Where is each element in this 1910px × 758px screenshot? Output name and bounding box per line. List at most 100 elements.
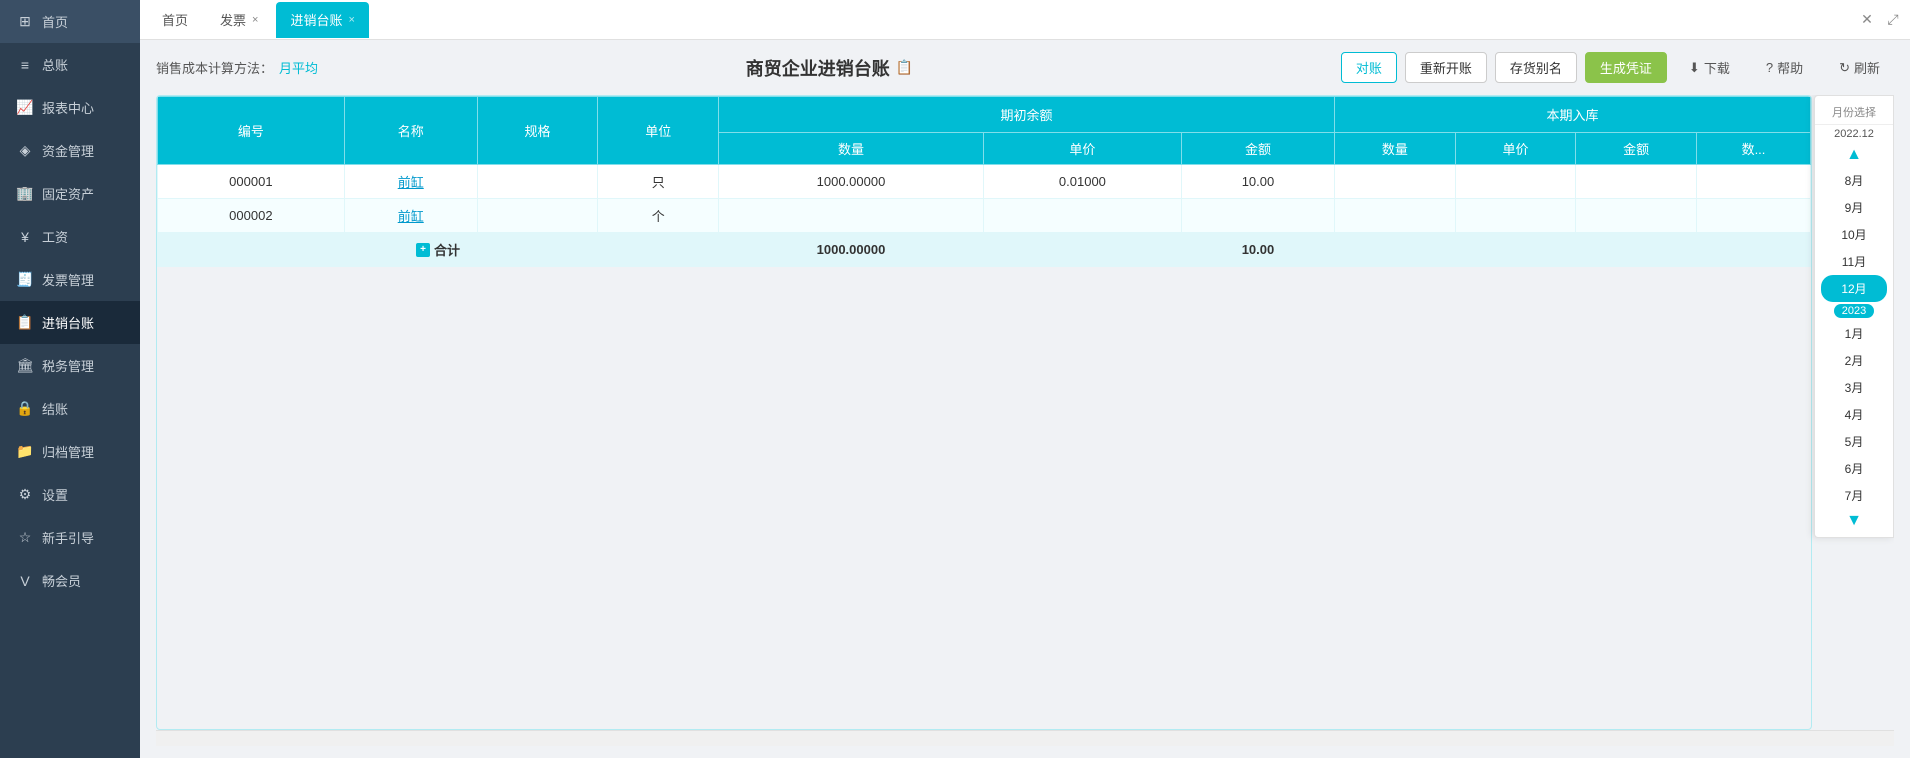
sidebar-item-settings[interactable]: ⚙ 设置 [0, 473, 140, 516]
month-panel-title: 月份选择 [1815, 100, 1893, 125]
sidebar-item-wages[interactable]: ¥ 工资 [0, 215, 140, 258]
cell-spec [477, 165, 598, 199]
tab-purchase-sales[interactable]: 进销台账 × [276, 2, 368, 38]
duizhang-button[interactable]: 对账 [1341, 52, 1397, 83]
month-item-3[interactable]: 3月 [1815, 374, 1893, 401]
sidebar-item-member[interactable]: V 畅会员 [0, 559, 140, 602]
generate-voucher-button[interactable]: 生成凭证 [1585, 52, 1667, 83]
month-item-5[interactable]: 5月 [1815, 428, 1893, 455]
sidebar-item-label: 设置 [42, 485, 68, 504]
table-row: 000002 前缸 个 [158, 199, 1811, 233]
month-item-6[interactable]: 6月 [1815, 455, 1893, 482]
reports-icon: 📈 [16, 99, 34, 116]
title-info-icon[interactable]: 📋 [896, 59, 913, 76]
reopen-button[interactable]: 重新开账 [1405, 52, 1487, 83]
col-sub-qty-begin: 数量 [719, 133, 984, 165]
total-amount-begin: 10.00 [1181, 233, 1334, 267]
funds-icon: ◈ [16, 142, 34, 159]
sidebar-item-invoice-mgmt[interactable]: 🧾 发票管理 [0, 258, 140, 301]
col-header-name: 名称 [344, 97, 477, 165]
sidebar-item-funds[interactable]: ◈ 资金管理 [0, 129, 140, 172]
close-accounts-icon: 🔒 [16, 400, 34, 417]
inventory-table: 编号 名称 规格 单位 期初余额 本期入库 数量 单价 金额 数量 [157, 96, 1811, 267]
col-header-spec: 规格 [477, 97, 598, 165]
sidebar-item-label: 报表中心 [42, 98, 94, 117]
window-maximize-button[interactable]: ⤢ [1884, 11, 1902, 29]
year-2023-badge: 2023 [1821, 304, 1887, 318]
sidebar-item-close[interactable]: 🔒 结账 [0, 387, 140, 430]
data-table-container: 编号 名称 规格 单位 期初余额 本期入库 数量 单价 金额 数量 [156, 95, 1812, 730]
sidebar: ⊞ 首页 ≡ 总账 📈 报表中心 ◈ 资金管理 🏢 固定资产 ¥ 工资 🧾 发票… [0, 0, 140, 758]
year-2022-label: 2022.12 [1815, 125, 1893, 143]
cell-unit: 个 [598, 199, 719, 233]
total-price-begin [983, 233, 1181, 267]
month-item-12[interactable]: 12月 [1821, 275, 1887, 302]
tab-invoice-label: 发票 [220, 10, 246, 29]
total-amount-in [1576, 233, 1697, 267]
col-sub-amount-in: 金额 [1576, 133, 1697, 165]
toolbar-left: 销售成本计算方法： 月平均 [156, 58, 318, 77]
sidebar-item-home[interactable]: ⊞ 首页 [0, 0, 140, 43]
ledger-icon: ≡ [16, 57, 34, 73]
toolbar-right: 对账 重新开账 存货别名 生成凭证 ⬇ 下载 ? 帮助 ↻ 刷新 [1341, 52, 1894, 83]
cell-spec [477, 199, 598, 233]
sidebar-item-tax[interactable]: 🏛 税务管理 [0, 344, 140, 387]
month-item-2[interactable]: 2月 [1815, 347, 1893, 374]
cell-more [1696, 165, 1810, 199]
sidebar-item-guide[interactable]: ☆ 新手引导 [0, 516, 140, 559]
cell-qty-begin: 1000.00000 [719, 165, 984, 199]
sidebar-item-reports[interactable]: 📈 报表中心 [0, 86, 140, 129]
cell-qty-in [1335, 199, 1456, 233]
archive-icon: 📁 [16, 443, 34, 460]
main-area: 首页 发票 × 进销台账 × ✕ ⤢ 销售成本计算方法： 月平均 商贸企业进销台… [140, 0, 1910, 758]
cost-method-label: 销售成本计算方法： [156, 58, 273, 77]
col-sub-price-in: 单价 [1455, 133, 1576, 165]
tab-home[interactable]: 首页 [148, 2, 202, 38]
download-button[interactable]: ⬇ 下载 [1675, 53, 1744, 82]
help-icon: ? [1766, 60, 1773, 75]
month-item-9[interactable]: 9月 [1815, 194, 1893, 221]
total-expand-icon[interactable]: + [416, 243, 430, 257]
save-alias-button[interactable]: 存货别名 [1495, 52, 1577, 83]
tab-invoice-close[interactable]: × [252, 14, 258, 26]
total-label-cell: + 合计 [158, 233, 719, 267]
wages-icon: ¥ [16, 229, 34, 245]
col-sub-price-begin: 单价 [983, 133, 1181, 165]
col-sub-amount-begin: 金额 [1181, 133, 1334, 165]
cell-price-begin [983, 199, 1181, 233]
sidebar-item-label: 固定资产 [42, 184, 94, 203]
cell-amount-in [1576, 199, 1697, 233]
month-item-4[interactable]: 4月 [1815, 401, 1893, 428]
month-item-1[interactable]: 1月 [1815, 320, 1893, 347]
sidebar-item-label: 进销台账 [42, 313, 94, 332]
tax-icon: 🏛 [16, 357, 34, 374]
sidebar-item-ledger[interactable]: ≡ 总账 [0, 43, 140, 86]
total-qty-in [1335, 233, 1456, 267]
total-price-in [1455, 233, 1576, 267]
table-row: 000001 前缸 只 1000.00000 0.01000 10.00 [158, 165, 1811, 199]
horizontal-scrollbar[interactable] [156, 730, 1894, 746]
assets-icon: 🏢 [16, 185, 34, 202]
purchase-sales-icon: 📋 [16, 314, 34, 331]
month-item-7[interactable]: 7月 [1815, 482, 1893, 509]
month-scroll-down[interactable]: ▼ [1815, 509, 1893, 533]
cell-name: 前缸 [344, 199, 477, 233]
month-item-11[interactable]: 11月 [1815, 248, 1893, 275]
sidebar-item-label: 畅会员 [42, 571, 81, 590]
window-close-button[interactable]: ✕ [1858, 11, 1876, 29]
tab-purchase-sales-close[interactable]: × [348, 14, 354, 26]
home-icon: ⊞ [16, 13, 34, 30]
month-scroll-up[interactable]: ▲ [1815, 143, 1893, 167]
col-sub-qty-in: 数量 [1335, 133, 1456, 165]
month-item-10[interactable]: 10月 [1815, 221, 1893, 248]
settings-icon: ⚙ [16, 486, 34, 503]
sidebar-item-purchase-sales[interactable]: 📋 进销台账 [0, 301, 140, 344]
sidebar-item-assets[interactable]: 🏢 固定资产 [0, 172, 140, 215]
cell-qty-in [1335, 165, 1456, 199]
refresh-button[interactable]: ↻ 刷新 [1825, 53, 1894, 82]
help-button[interactable]: ? 帮助 [1752, 53, 1817, 82]
cell-amount-in [1576, 165, 1697, 199]
tab-invoice[interactable]: 发票 × [206, 2, 272, 38]
sidebar-item-archive[interactable]: 📁 归档管理 [0, 430, 140, 473]
month-item-8[interactable]: 8月 [1815, 167, 1893, 194]
